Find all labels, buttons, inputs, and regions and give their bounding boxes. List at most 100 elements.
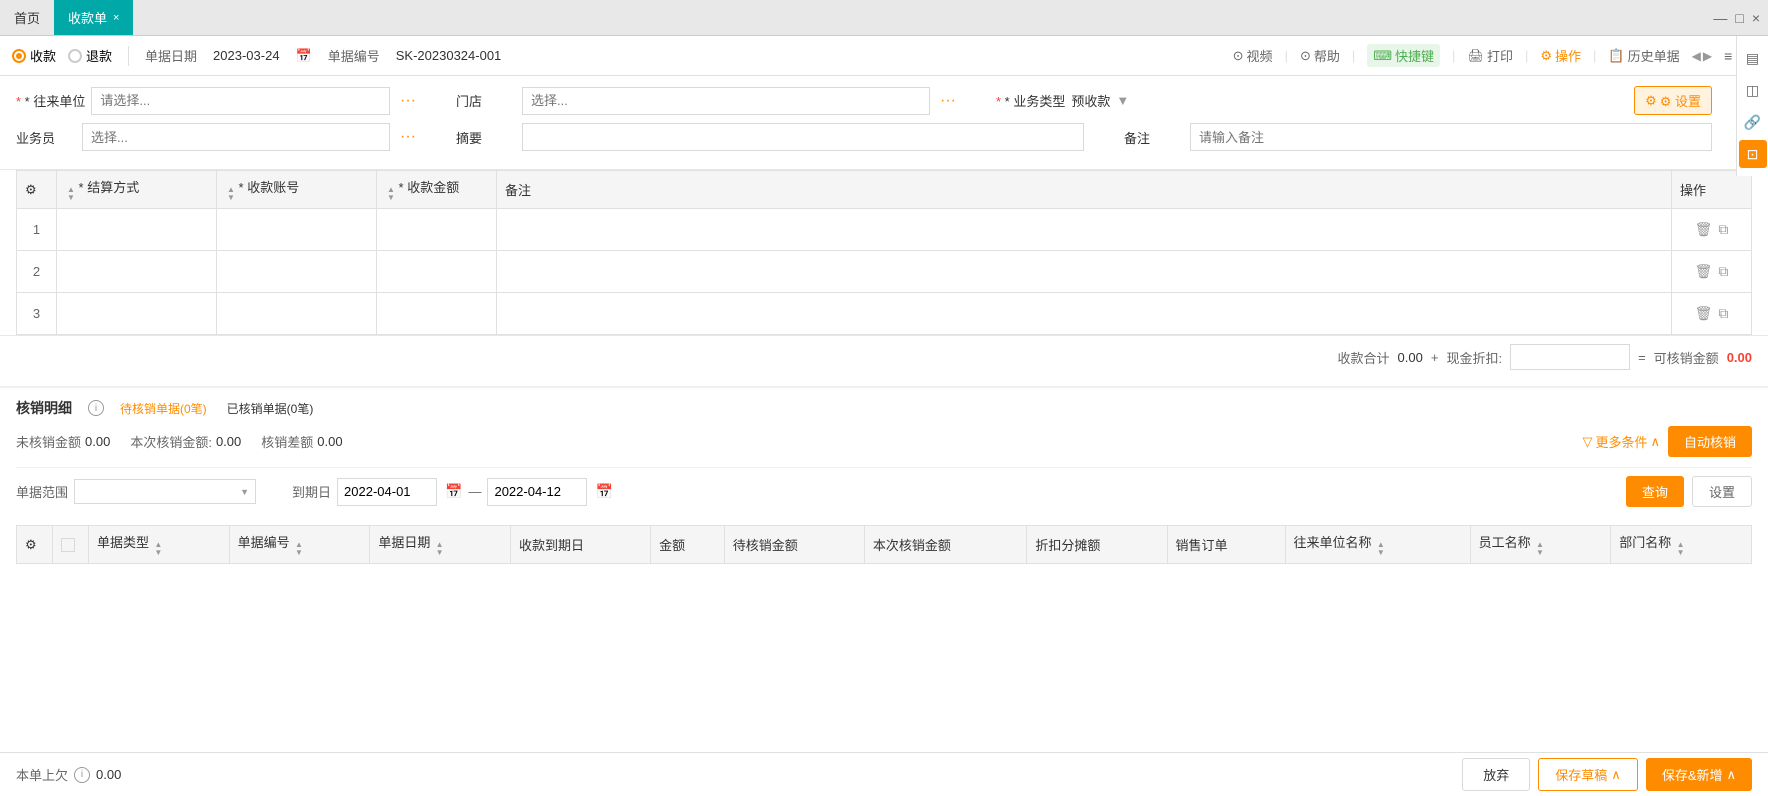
done-tab-link[interactable]: 已核销单据(0笔): [227, 400, 314, 417]
range-select-wrap[interactable]: [74, 479, 256, 504]
abandon-button[interactable]: 放弃: [1462, 758, 1530, 791]
col-amount-label: * 收款金额: [399, 180, 460, 195]
staff-input[interactable]: [82, 123, 390, 151]
bottom-label: 本单上欠: [16, 765, 68, 784]
radio-receipt[interactable]: 收款: [12, 46, 56, 65]
delete-icon-1[interactable]: 🗑: [1695, 221, 1713, 238]
sidebar-icon-3[interactable]: 🔗: [1739, 108, 1767, 136]
col-number-label: 单据编号: [238, 535, 290, 550]
row-num-1: 1: [17, 209, 57, 251]
col-settings-header[interactable]: ⚙: [17, 171, 57, 209]
col-pending-label: 待核销金额: [733, 538, 798, 553]
partner-more-btn[interactable]: ···: [400, 92, 416, 110]
save-new-button[interactable]: 保存&新增 ∧: [1646, 758, 1752, 791]
maximize-button[interactable]: □: [1735, 10, 1743, 26]
cell-amount-1[interactable]: [377, 209, 497, 251]
date-value[interactable]: 2023-03-24: [213, 48, 280, 63]
note-input[interactable]: [1190, 123, 1712, 151]
cal-start-icon[interactable]: 📅: [445, 483, 462, 500]
history-action[interactable]: 📋 历史单据: [1608, 46, 1679, 65]
sidebar-icon-1[interactable]: ▤: [1739, 44, 1767, 72]
due-end-input[interactable]: [487, 478, 587, 506]
save-draft-button[interactable]: 保存草稿 ∧: [1538, 758, 1638, 791]
partner-field: * 往来单位 ···: [16, 87, 416, 115]
tab-close-icon[interactable]: ×: [113, 12, 119, 24]
cell-amount-3[interactable]: [377, 293, 497, 335]
radio-refund[interactable]: 退款: [68, 46, 112, 65]
divider1: [128, 46, 129, 66]
verify-stats: 未核销金额 0.00 本次核销金额: 0.00 核销差额 0.00 ▽ 更多条件…: [16, 426, 1752, 457]
select-all-checkbox[interactable]: [61, 538, 75, 552]
delete-icon-2[interactable]: 🗑: [1695, 263, 1713, 280]
discount-input[interactable]: [1510, 344, 1630, 370]
video-action[interactable]: ⊙ 视频: [1233, 46, 1273, 65]
cell-account-2[interactable]: [217, 251, 377, 293]
store-input[interactable]: [522, 87, 930, 115]
range-select[interactable]: [75, 480, 255, 503]
business-type-arrow[interactable]: ▼: [1116, 93, 1129, 108]
shortcut-action[interactable]: ⌨ 快捷键: [1367, 44, 1440, 67]
cell-note-2[interactable]: [497, 251, 1672, 293]
save-new-label: 保存&新增: [1662, 765, 1723, 784]
staff-more-btn[interactable]: ···: [400, 128, 416, 146]
col-note-label: 备注: [505, 183, 531, 198]
col-type-header: 单据类型 ▲▼: [89, 526, 230, 564]
calendar-icon[interactable]: 📅: [296, 48, 312, 64]
delete-icon-3[interactable]: 🗑: [1695, 305, 1713, 322]
col-checkbox-header[interactable]: [53, 526, 89, 564]
store-label: 门店: [456, 91, 516, 110]
number-value: SK-20230324-001: [396, 48, 502, 63]
col-settings-2-header[interactable]: ⚙: [17, 526, 53, 564]
unchecked-value: 0.00: [85, 434, 110, 449]
more-conditions-btn[interactable]: ▽ 更多条件 ∧: [1582, 432, 1660, 451]
auto-verify-button[interactable]: 自动核销: [1668, 426, 1752, 457]
info-icon[interactable]: i: [88, 400, 104, 416]
cal-end-icon[interactable]: 📅: [595, 483, 612, 500]
table-row: 1 🗑 ⧉: [17, 209, 1752, 251]
operation-action[interactable]: ⚙ 操作: [1540, 46, 1581, 65]
due-start-input[interactable]: [337, 478, 437, 506]
sidebar-icon-2[interactable]: ◫: [1739, 76, 1767, 104]
bottom-info-icon[interactable]: i: [74, 767, 90, 783]
sidebar-icon-4[interactable]: ⊡: [1739, 140, 1767, 168]
cell-account-1[interactable]: [217, 209, 377, 251]
main-content: * 往来单位 ··· 门店 ··· * 业务类型 预收款 ▼ ⚙ ⚙ 设置: [0, 76, 1768, 792]
col-note-header: 备注: [497, 171, 1672, 209]
tab-home[interactable]: 首页: [0, 0, 54, 35]
close-button[interactable]: ×: [1752, 10, 1760, 26]
equals-sign: =: [1638, 350, 1646, 365]
settings-button[interactable]: ⚙ ⚙ 设置: [1634, 86, 1712, 115]
cell-note-1[interactable]: [497, 209, 1672, 251]
copy-icon-2[interactable]: ⧉: [1718, 263, 1728, 280]
nav-next[interactable]: ▶: [1703, 49, 1712, 63]
nav-prev[interactable]: ◀: [1692, 49, 1701, 63]
cell-account-3[interactable]: [217, 293, 377, 335]
partner-input[interactable]: [91, 87, 390, 115]
this-value: 0.00: [216, 434, 241, 449]
help-label: 帮助: [1314, 46, 1340, 65]
col-amount2-label: 金额: [659, 538, 685, 553]
range-label: 单据范围: [16, 482, 68, 501]
copy-icon-3[interactable]: ⧉: [1718, 305, 1728, 322]
cell-amount-2[interactable]: [377, 251, 497, 293]
query-button[interactable]: 查询: [1626, 476, 1684, 507]
bottom-actions: 放弃 保存草稿 ∧ 保存&新增 ∧: [1462, 758, 1752, 791]
cell-method-3[interactable]: [57, 293, 217, 335]
col-discount-label: 折扣分摊额: [1035, 538, 1100, 553]
col-discount-header: 折扣分摊额: [1027, 526, 1167, 564]
cell-method-2[interactable]: [57, 251, 217, 293]
minimize-button[interactable]: —: [1713, 10, 1727, 26]
pending-tab-link[interactable]: 待核销单据(0笔): [120, 400, 207, 417]
print-action[interactable]: 🖨 打印: [1467, 46, 1513, 65]
col-due-date-header: 收款到期日: [510, 526, 650, 564]
tab-receipt[interactable]: 收款单 ×: [54, 0, 133, 35]
copy-icon-1[interactable]: ⧉: [1718, 221, 1728, 238]
summary-input[interactable]: [522, 123, 1084, 151]
cell-note-3[interactable]: [497, 293, 1672, 335]
cell-method-1[interactable]: [57, 209, 217, 251]
verify-settings-button[interactable]: 设置: [1692, 476, 1752, 507]
store-more-btn[interactable]: ···: [940, 92, 956, 110]
collect-value: 0.00: [1398, 350, 1423, 365]
list-view-btn[interactable]: ≡: [1724, 48, 1732, 64]
help-action[interactable]: ⊙ 帮助: [1300, 46, 1340, 65]
